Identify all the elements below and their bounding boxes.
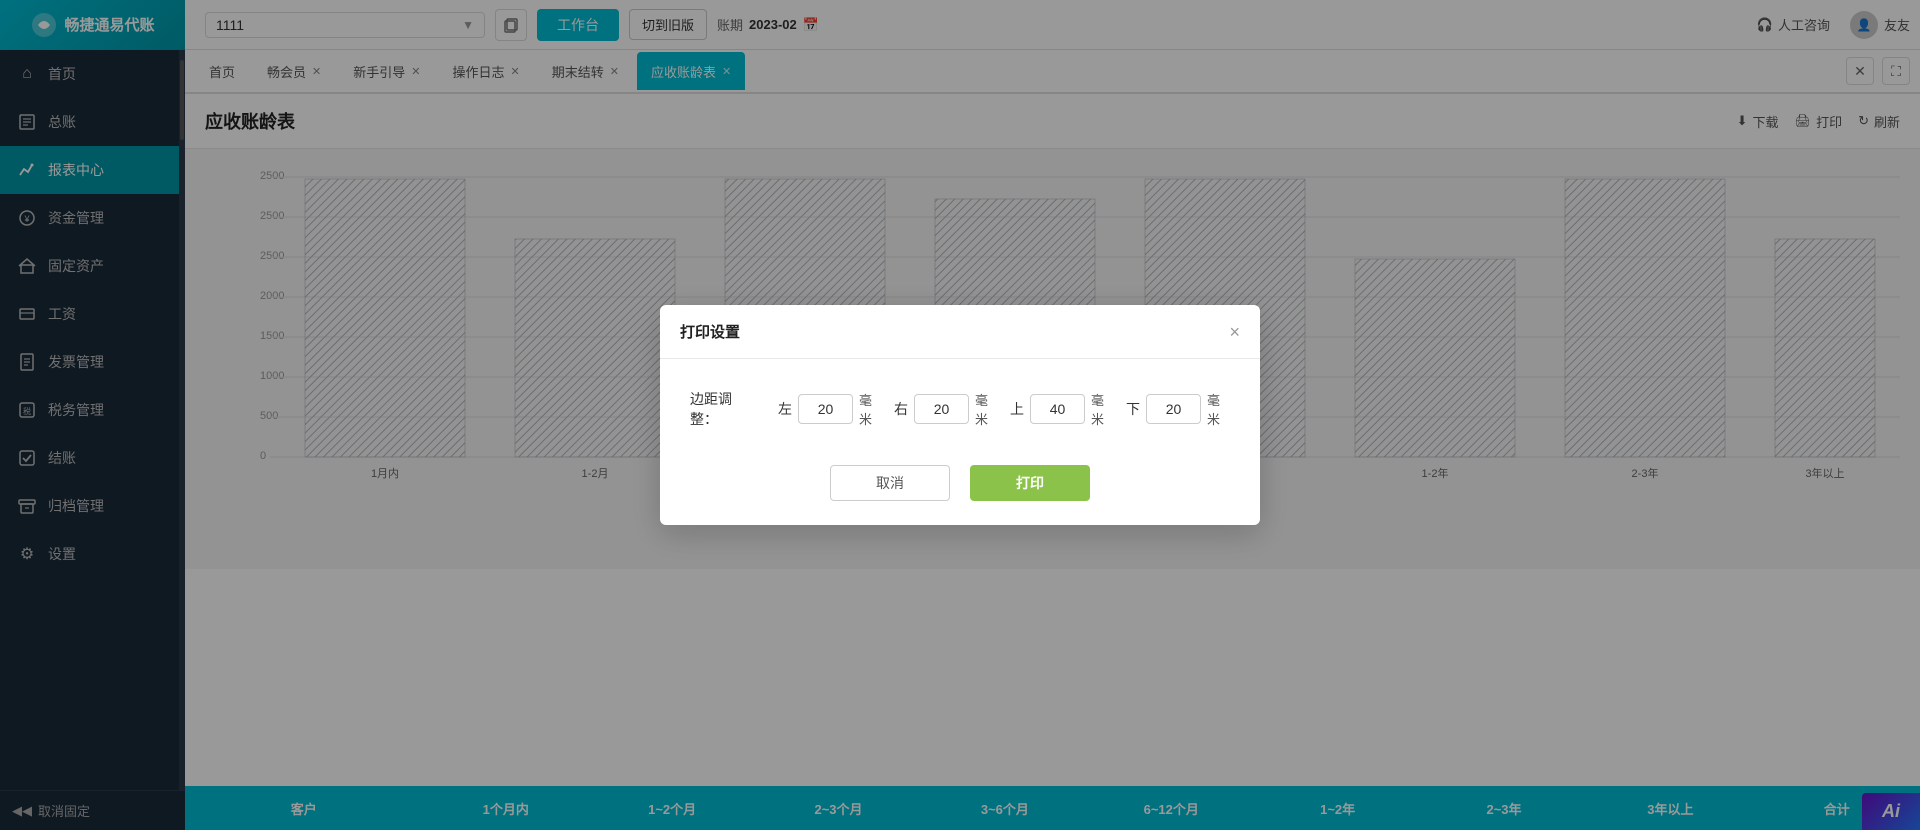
margin-left-unit: 毫米	[859, 390, 882, 428]
margin-bottom-input[interactable]	[1146, 394, 1201, 424]
modal-footer: 取消 打印	[660, 449, 1260, 525]
margin-left-label: 左	[778, 399, 792, 419]
margin-adjust-label: 边距调整：	[690, 389, 758, 429]
margin-top-unit: 毫米	[1091, 390, 1114, 428]
margin-left-input[interactable]	[798, 394, 853, 424]
print-dialog: 打印设置 × 边距调整： 左 毫米 右 毫米 上 毫米	[660, 305, 1260, 525]
margin-row: 边距调整： 左 毫米 右 毫米 上 毫米 下	[690, 389, 1230, 429]
modal-overlay: 打印设置 × 边距调整： 左 毫米 右 毫米 上 毫米	[0, 0, 1920, 830]
margin-bottom-unit: 毫米	[1207, 390, 1230, 428]
modal-close-button[interactable]: ×	[1229, 323, 1240, 341]
margin-bottom-label: 下	[1126, 399, 1140, 419]
margin-right-unit: 毫米	[975, 390, 998, 428]
margin-top-group: 上 毫米	[1010, 390, 1114, 428]
margin-top-input[interactable]	[1030, 394, 1085, 424]
modal-body: 边距调整： 左 毫米 右 毫米 上 毫米 下	[660, 359, 1260, 449]
margin-right-group: 右 毫米	[894, 390, 998, 428]
margin-right-input[interactable]	[914, 394, 969, 424]
cancel-button[interactable]: 取消	[830, 465, 950, 501]
modal-title: 打印设置	[680, 321, 1229, 342]
margin-top-label: 上	[1010, 399, 1024, 419]
margin-bottom-group: 下 毫米	[1126, 390, 1230, 428]
margin-left-group: 左 毫米	[778, 390, 882, 428]
margin-right-label: 右	[894, 399, 908, 419]
modal-header: 打印设置 ×	[660, 305, 1260, 359]
confirm-print-button[interactable]: 打印	[970, 465, 1090, 501]
